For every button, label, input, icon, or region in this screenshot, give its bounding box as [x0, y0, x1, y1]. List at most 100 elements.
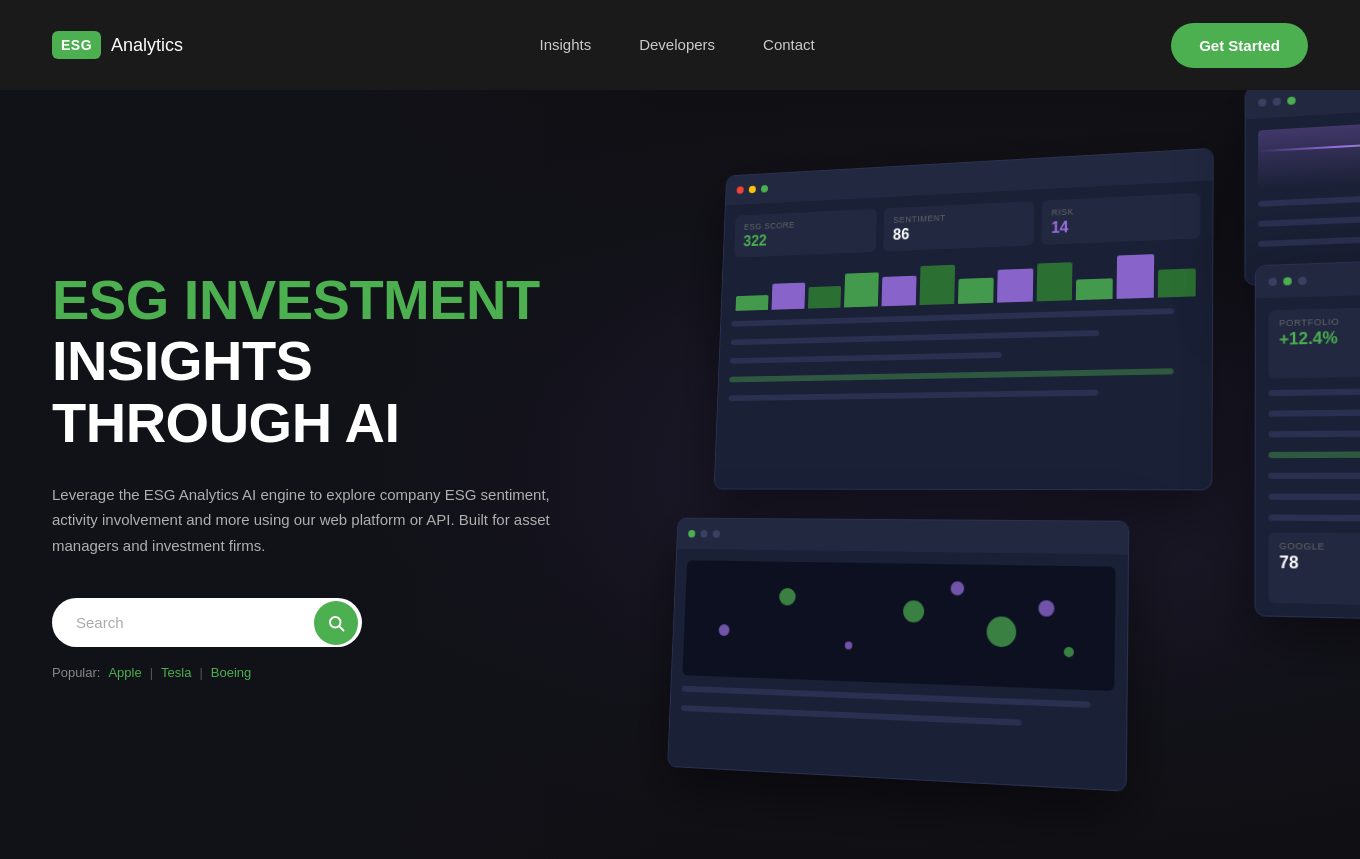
- metric-label-3: Risk: [1051, 201, 1190, 217]
- text-line-side-1: [1258, 190, 1360, 207]
- text-line-bot-2: [681, 705, 1022, 726]
- metric-right-label-2: Google: [1279, 541, 1360, 554]
- dashboard-main-panel: ESG Score 322 Sentiment 86 Risk 14: [714, 148, 1214, 490]
- panel-header-main: [726, 149, 1213, 205]
- text-line-side-3: [1258, 235, 1360, 247]
- popular-sep-1: |: [150, 665, 153, 680]
- popular-row: Popular: Apple | Tesla | Boeing: [52, 665, 568, 680]
- nav-link-developers[interactable]: Developers: [639, 36, 715, 53]
- panel-dot-side-2: [1273, 97, 1281, 105]
- panel-body-side: [1245, 102, 1360, 284]
- search-icon: [327, 614, 345, 632]
- text-line-side-2: [1258, 212, 1360, 227]
- chart-bar-8: [1036, 262, 1073, 301]
- dashboard-side-panel: [1244, 90, 1360, 286]
- metric-value-3: 14: [1051, 213, 1190, 237]
- dashboard-right-panel: Portfolio +12.4% Google 78: [1254, 256, 1360, 623]
- chart-bar-2: [808, 286, 842, 309]
- panel-dot-bottom-3: [713, 530, 720, 538]
- popular-tag-tesla[interactable]: Tesla: [161, 665, 191, 680]
- panel-dot-r3: [1298, 277, 1307, 285]
- bubble-4: [951, 581, 965, 595]
- bubble-0: [719, 624, 730, 636]
- chart-bar-7: [997, 269, 1033, 303]
- chart-bar-5: [920, 264, 955, 305]
- bubble-6: [1038, 600, 1054, 617]
- navbar: ESG Analytics Insights Developers Contac…: [0, 0, 1360, 90]
- metric-card-1: ESG Score 322: [734, 209, 877, 258]
- text-line-r2: [1268, 408, 1360, 416]
- chart-bar-9: [1076, 279, 1113, 301]
- metric-right-value: +12.4%: [1279, 325, 1360, 349]
- text-line-1: [731, 308, 1174, 327]
- popular-tag-boeing[interactable]: Boeing: [211, 665, 251, 680]
- scatter-chart: [682, 560, 1115, 691]
- text-line-3: [730, 352, 1002, 364]
- metric-card-2: Sentiment 86: [883, 201, 1034, 251]
- text-line-r3: [1268, 430, 1360, 437]
- metric-value-2: 86: [893, 221, 1024, 244]
- text-line-r7: [1268, 514, 1360, 521]
- bubble-5: [986, 616, 1016, 647]
- hero-content: ESG INVESTMENT INSIGHTS THROUGH AI Lever…: [0, 269, 620, 680]
- svg-line-1: [339, 626, 343, 630]
- bubble-7: [1063, 647, 1073, 658]
- panel-header-side: [1246, 90, 1360, 119]
- logo[interactable]: ESG Analytics: [52, 31, 183, 59]
- text-line-5: [729, 390, 1099, 401]
- panel-metrics-row: ESG Score 322 Sentiment 86 Risk 14: [734, 193, 1200, 258]
- metric-right-2: Google 78: [1268, 532, 1360, 608]
- popular-sep-2: |: [199, 665, 202, 680]
- nav-item-contact[interactable]: Contact: [763, 36, 815, 54]
- panel-dot-red: [737, 186, 744, 194]
- get-started-button[interactable]: Get Started: [1171, 23, 1308, 68]
- nav-item-developers[interactable]: Developers: [639, 36, 715, 54]
- hero-title-line2: INSIGHTS THROUGH AI: [52, 329, 400, 454]
- chart-bar-10: [1117, 254, 1154, 299]
- nav-link-contact[interactable]: Contact: [763, 36, 815, 53]
- panel-dot-side-3: [1287, 96, 1295, 104]
- text-line-r5: [1268, 472, 1360, 478]
- dashboard-bottom-panel: [667, 518, 1129, 792]
- bubble-1: [779, 588, 796, 606]
- panel-dot-bottom-2: [700, 530, 707, 538]
- hero-description: Leverage the ESG Analytics AI engine to …: [52, 482, 562, 559]
- chart-bar-0: [736, 295, 769, 310]
- search-button[interactable]: [314, 601, 358, 645]
- chart-bars: [732, 246, 1200, 311]
- panel-dot-green: [761, 185, 768, 193]
- text-line-4: [729, 368, 1174, 382]
- text-line-2: [731, 330, 1100, 345]
- logo-text: Analytics: [111, 35, 183, 56]
- line-chart: [1258, 115, 1360, 190]
- nav-item-insights[interactable]: Insights: [539, 36, 591, 54]
- popular-label: Popular:: [52, 665, 100, 680]
- panel-body-main: ESG Score 322 Sentiment 86 Risk 14: [715, 180, 1213, 489]
- text-line-r4: [1268, 451, 1360, 458]
- bubble-2: [844, 641, 852, 649]
- panel-dot-bottom-1: [688, 530, 695, 538]
- chart-bar-11: [1158, 268, 1196, 298]
- metric-label-1: ESG Score: [744, 217, 868, 232]
- metric-value-1: 322: [743, 228, 868, 250]
- nav-links: Insights Developers Contact: [539, 36, 814, 54]
- chart-bar-1: [771, 282, 805, 310]
- logo-badge: ESG: [52, 31, 101, 59]
- panel-header-bottom: [677, 519, 1128, 555]
- chart-bar-3: [844, 272, 879, 307]
- metric-label-2: Sentiment: [893, 209, 1024, 225]
- panel-body-bottom: [668, 549, 1128, 791]
- panel-dot-r2: [1283, 277, 1291, 285]
- popular-tag-apple[interactable]: Apple: [108, 665, 141, 680]
- chart-bar-6: [958, 278, 994, 304]
- metric-right-1: Portfolio +12.4%: [1268, 304, 1360, 379]
- panel-body-right: Portfolio +12.4% Google 78: [1256, 290, 1360, 621]
- metric-right-label: Portfolio: [1279, 312, 1360, 328]
- panel-dot-yellow: [749, 186, 756, 194]
- hero-section: ESG INVESTMENT INSIGHTS THROUGH AI Lever…: [0, 90, 1360, 859]
- nav-link-insights[interactable]: Insights: [539, 36, 591, 53]
- hero-title-line1: ESG INVESTMENT: [52, 268, 540, 331]
- bubble-3: [903, 600, 925, 622]
- panel-header-right: [1256, 257, 1360, 299]
- panel-dot-r1: [1268, 278, 1276, 286]
